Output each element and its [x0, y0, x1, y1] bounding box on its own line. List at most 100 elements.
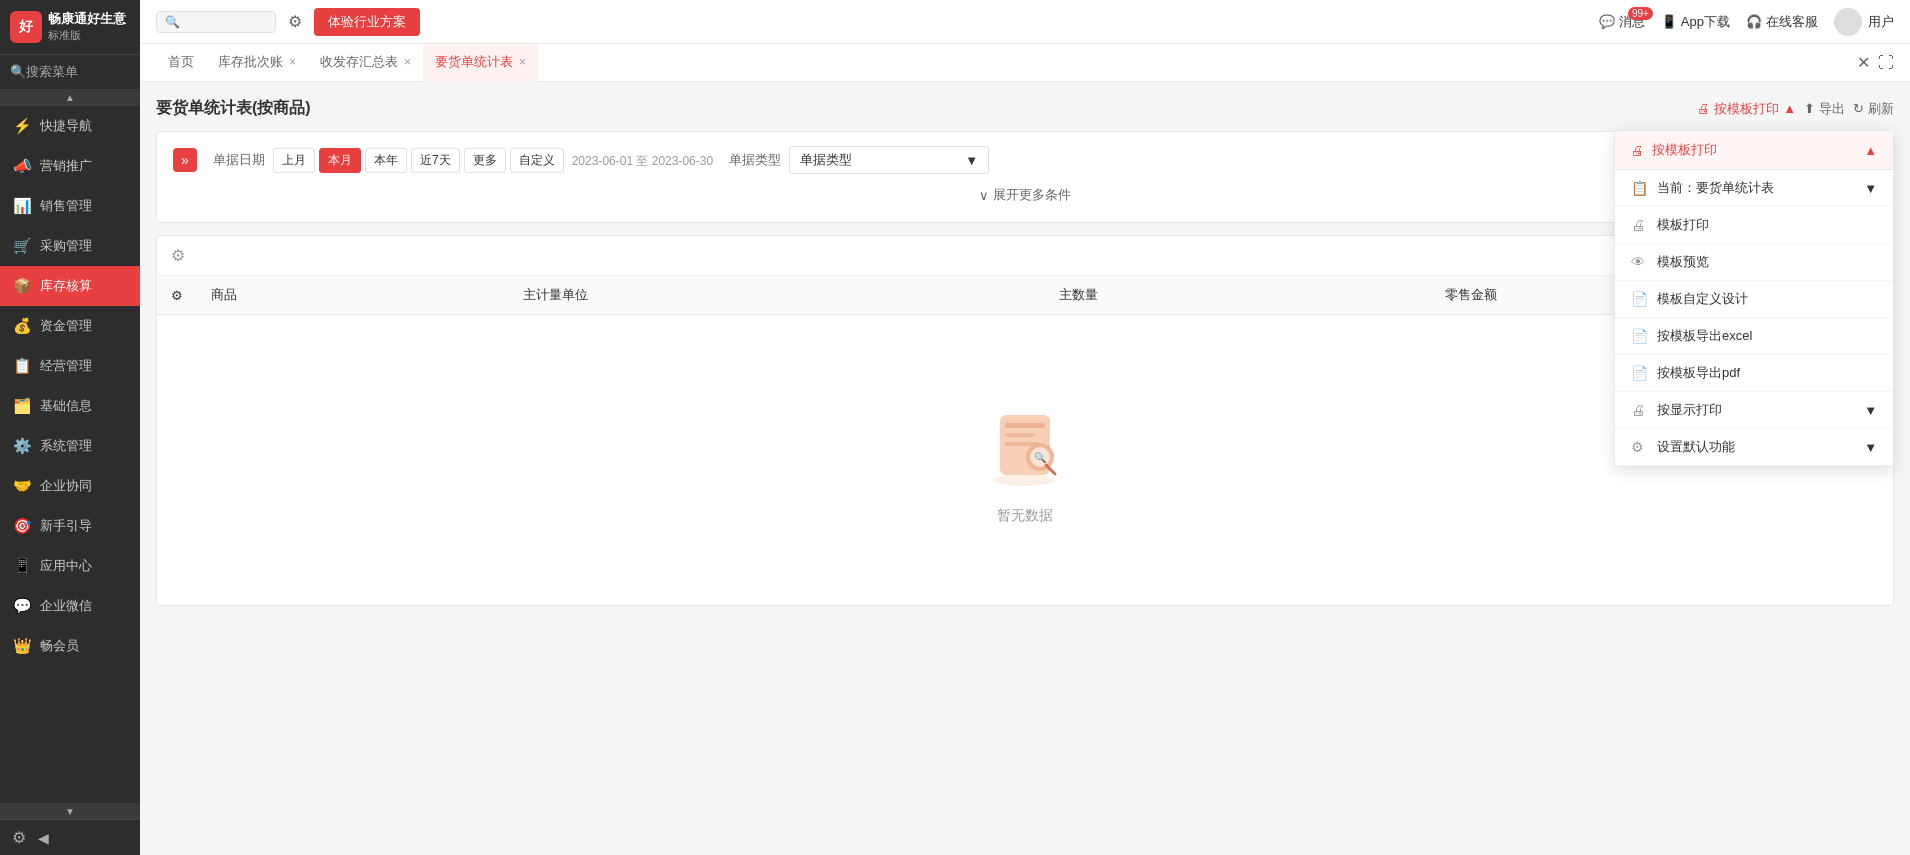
online-service-button[interactable]: 🎧 在线客服 — [1746, 13, 1818, 31]
sidebar-item-member[interactable]: 👑 畅会员 — [0, 626, 140, 666]
tab-batch-account[interactable]: 库存批次账 × — [206, 44, 308, 82]
tabs-right-actions: ✕ ⛶ — [1857, 53, 1894, 72]
wechat-icon: 💬 — [12, 596, 32, 616]
tab-batch-account-close[interactable]: × — [289, 55, 296, 69]
current-month-btn[interactable]: 本月 — [319, 148, 361, 173]
tab-home[interactable]: 首页 — [156, 44, 206, 82]
sidebar-item-guide[interactable]: 🎯 新手引导 — [0, 506, 140, 546]
sales-icon: 📊 — [12, 196, 32, 216]
order-type-select[interactable]: 单据类型 ▼ — [789, 146, 989, 174]
sidebar-item-label: 企业协同 — [40, 477, 92, 495]
template-preview-label: 模板预览 — [1657, 253, 1709, 271]
current-template-label: 当前：要货单统计表 — [1657, 179, 1774, 197]
arrow-icon: » — [181, 152, 189, 168]
print-dropdown-header: 🖨 按模板打印 ▲ — [1615, 131, 1893, 170]
current-year-btn[interactable]: 本年 — [365, 148, 407, 173]
preview-icon: 👁 — [1631, 254, 1647, 270]
chevron-down-expand-icon: ▼ — [1864, 403, 1877, 418]
sidebar-item-finance[interactable]: 💰 资金管理 — [0, 306, 140, 346]
apps-icon: 📱 — [12, 556, 32, 576]
basic-icon: 🗂️ — [12, 396, 32, 416]
template-print-item[interactable]: 🖨 模板打印 — [1615, 207, 1893, 244]
set-default-icon: ⚙ — [1631, 439, 1647, 455]
sidebar-scroll-up[interactable]: ▲ — [0, 90, 140, 106]
page-header: 要货单统计表(按商品) 🖨 按模板打印 ▲ ⬆ 导出 ↻ 刷新 — [156, 98, 1894, 119]
display-print-label: 按显示打印 — [1657, 401, 1722, 419]
tab-receipt-summary-close[interactable]: × — [404, 55, 411, 69]
custom-date-btn[interactable]: 自定义 — [510, 148, 564, 173]
tab-receipt-summary-label: 收发存汇总表 — [320, 53, 398, 71]
print-dropdown: 🖨 按模板打印 ▲ 📋 当前：要货单统计表 ▼ 🖨 模板打印 👁 模板预览 — [1614, 130, 1894, 467]
sidebar-item-label: 库存核算 — [40, 277, 92, 295]
sidebar-item-operations[interactable]: 📋 经营管理 — [0, 346, 140, 386]
last7days-btn[interactable]: 近7天 — [411, 148, 460, 173]
sidebar-item-system[interactable]: ⚙️ 系统管理 — [0, 426, 140, 466]
sidebar-item-label: 经营管理 — [40, 357, 92, 375]
print-template-button[interactable]: 🖨 按模板打印 ▲ — [1697, 100, 1796, 118]
current-template-item[interactable]: 📋 当前：要货单统计表 ▼ — [1615, 170, 1893, 207]
template-export-pdf-item[interactable]: 📄 按模板导出pdf — [1615, 355, 1893, 392]
collapse-icon[interactable]: ◀ — [38, 830, 49, 846]
filter-expand-arrow[interactable]: » — [173, 148, 197, 172]
order-type-value: 单据类型 — [800, 151, 852, 169]
sidebar-item-basic[interactable]: 🗂️ 基础信息 — [0, 386, 140, 426]
sidebar-item-label: 销售管理 — [40, 197, 92, 215]
message-button[interactable]: 💬 消息 99+ — [1599, 13, 1645, 31]
refresh-button[interactable]: ↻ 刷新 — [1853, 100, 1894, 118]
brand-name: 畅康通好生意 — [48, 10, 126, 28]
sidebar-item-wechat[interactable]: 💬 企业微信 — [0, 586, 140, 626]
sidebar-item-marketing[interactable]: 📣 营销推广 — [0, 146, 140, 186]
app-download-button[interactable]: 📱 App下载 — [1661, 13, 1730, 31]
user-menu[interactable]: 用户 — [1834, 8, 1894, 36]
tab-receipt-summary[interactable]: 收发存汇总表 × — [308, 44, 423, 82]
tab-home-label: 首页 — [168, 53, 194, 71]
svg-point-0 — [995, 474, 1055, 486]
sidebar-item-label: 系统管理 — [40, 437, 92, 455]
search-icon: 🔍 — [10, 64, 26, 79]
display-print-item[interactable]: 🖨 按显示打印 ▼ — [1615, 392, 1893, 429]
export-button[interactable]: ⬆ 导出 — [1804, 100, 1845, 118]
tab-order-stats-close[interactable]: × — [519, 55, 526, 69]
gear-icon[interactable]: ⚙ — [288, 12, 302, 31]
more-date-btn[interactable]: 更多 — [464, 148, 506, 173]
print-dropdown-close-icon[interactable]: ▲ — [1864, 143, 1877, 158]
set-default-item[interactable]: ⚙ 设置默认功能 ▼ — [1615, 429, 1893, 466]
trial-button[interactable]: 体验行业方案 — [314, 8, 420, 36]
operations-icon: 📋 — [12, 356, 32, 376]
sidebar-item-inventory[interactable]: 📦 库存核算 — [0, 266, 140, 306]
tab-expand-button[interactable]: ⛶ — [1878, 54, 1894, 72]
sidebar-item-label: 营销推广 — [40, 157, 92, 175]
tab-close-all-button[interactable]: ✕ — [1857, 53, 1870, 72]
quick-nav-icon: ⚡ — [12, 116, 32, 136]
svg-rect-2 — [1005, 423, 1045, 428]
sidebar-scroll-down[interactable]: ▼ — [0, 803, 140, 819]
template-preview-item[interactable]: 👁 模板预览 — [1615, 244, 1893, 281]
sidebar-item-sales[interactable]: 📊 销售管理 — [0, 186, 140, 226]
sidebar-item-quick-nav[interactable]: ⚡ 快捷导航 — [0, 106, 140, 146]
inventory-icon: 📦 — [12, 276, 32, 296]
tabs-bar: 首页 库存批次账 × 收发存汇总表 × 要货单统计表 × ✕ ⛶ — [140, 44, 1910, 82]
col-unit: 主计量单位 — [509, 276, 1045, 315]
sidebar-search[interactable]: 🔍 搜索菜单 — [0, 55, 140, 90]
sidebar-item-apps[interactable]: 📱 应用中心 — [0, 546, 140, 586]
template-export-excel-item[interactable]: 📄 按模板导出excel — [1615, 318, 1893, 355]
col-qty: 主数量 — [1045, 276, 1432, 315]
topbar-search[interactable]: 🔍 — [156, 11, 276, 33]
topbar-right: 💬 消息 99+ 📱 App下载 🎧 在线客服 用户 — [1599, 8, 1894, 36]
excel-icon: 📄 — [1631, 328, 1647, 344]
sidebar-item-purchase[interactable]: 🛒 采购管理 — [0, 226, 140, 266]
tab-order-stats[interactable]: 要货单统计表 × — [423, 44, 538, 82]
export-icon: ⬆ — [1804, 101, 1815, 116]
empty-illustration: 🔍 — [975, 395, 1075, 495]
col-product: 商品 — [197, 276, 509, 315]
sidebar-item-enterprise[interactable]: 🤝 企业协同 — [0, 466, 140, 506]
settings-icon[interactable]: ⚙ — [12, 828, 26, 847]
chevron-down-default-icon: ▼ — [1864, 440, 1877, 455]
table-settings-icon[interactable]: ⚙ — [171, 246, 185, 265]
app-logo-icon: 好 — [10, 11, 42, 43]
chevron-down-icon: ▼ — [965, 153, 978, 168]
printer-icon: 🖨 — [1631, 217, 1647, 233]
template-design-item[interactable]: 📄 模板自定义设计 — [1615, 281, 1893, 318]
template-export-pdf-label: 按模板导出pdf — [1657, 364, 1740, 382]
prev-month-btn[interactable]: 上月 — [273, 148, 315, 173]
